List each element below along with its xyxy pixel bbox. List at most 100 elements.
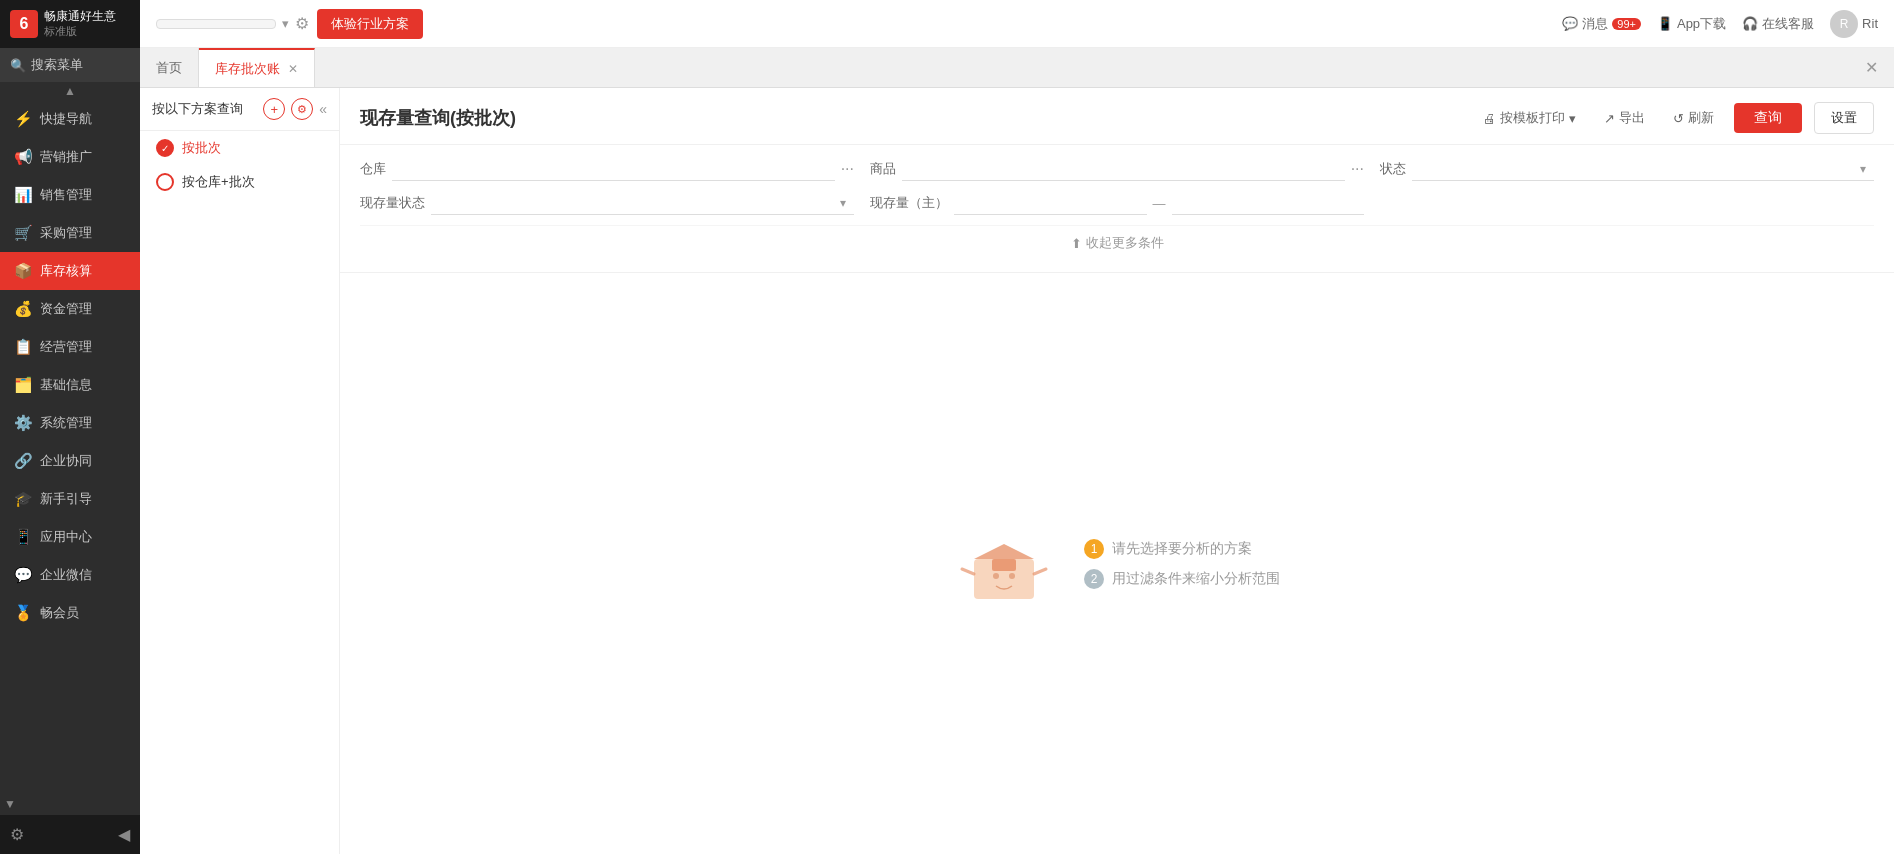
topbar-search-box[interactable]	[156, 19, 276, 29]
topbar-left: ▾ ⚙ 体验行业方案	[156, 9, 1552, 39]
svg-line-7	[1034, 569, 1046, 574]
stock-qty-label: 现存量（主）	[870, 194, 948, 212]
collapse-filter-btn[interactable]: ⬆ 收起更多条件	[360, 225, 1874, 260]
sidebar-item-app-center[interactable]: 📱 应用中心	[0, 518, 140, 556]
sidebar-item-basic[interactable]: 🗂️ 基础信息	[0, 366, 140, 404]
empty-step-2: 2 用过滤条件来缩小分析范围	[1084, 569, 1280, 589]
topbar-right: 💬 消息 99+ 📱 App下载 🎧 在线客服 R Rit	[1562, 10, 1878, 38]
search-icon: 🔍	[10, 58, 26, 73]
sidebar-item-membership[interactable]: 🏅 畅会员	[0, 594, 140, 632]
left-panel-actions: + ⚙ «	[263, 98, 327, 120]
app-download-label: App下载	[1677, 15, 1726, 33]
membership-icon: 🏅	[14, 604, 32, 622]
experience-industry-button[interactable]: 体验行业方案	[317, 9, 423, 39]
stock-qty-filter: 现存量（主） —	[870, 191, 1364, 215]
print-icon: 🖨	[1483, 111, 1496, 126]
sidebar-item-inventory[interactable]: 📦 库存核算	[0, 252, 140, 290]
sidebar-item-sales[interactable]: 📊 销售管理	[0, 176, 140, 214]
settings-scheme-button[interactable]: ⚙	[291, 98, 313, 120]
app-logo: 6	[10, 10, 38, 38]
user-area[interactable]: R Rit	[1830, 10, 1878, 38]
sidebar-item-finance[interactable]: 💰 资金管理	[0, 290, 140, 328]
goods-more-icon[interactable]: ···	[1351, 160, 1364, 178]
sidebar-item-operation[interactable]: 📋 经营管理	[0, 328, 140, 366]
system-icon: ⚙️	[14, 414, 32, 432]
tab-close-icon[interactable]: ✕	[288, 62, 298, 76]
page-title: 现存量查询(按批次)	[360, 106, 516, 130]
tab-inventory-batch[interactable]: 库存批次账 ✕	[199, 48, 315, 87]
svg-point-5	[1009, 573, 1015, 579]
stock-qty-min-input[interactable]	[954, 191, 1147, 215]
stock-qty-range: —	[954, 191, 1364, 215]
sidebar-header: 6 畅康通好生意 标准版	[0, 0, 140, 48]
sidebar-item-label: 快捷导航	[40, 110, 92, 128]
sidebar-item-label: 畅会员	[40, 604, 79, 622]
sidebar-item-wechat[interactable]: 💬 企业微信	[0, 556, 140, 594]
scroll-down-btn[interactable]: ▼	[0, 793, 140, 815]
stock-qty-max-input[interactable]	[1172, 191, 1365, 215]
sidebar-item-label: 企业微信	[40, 566, 92, 584]
topbar-chevron-icon[interactable]: ▾	[282, 16, 289, 31]
settings-button[interactable]: 设置	[1814, 102, 1874, 134]
warehouse-more-icon[interactable]: ···	[841, 160, 854, 178]
notification-label: 消息	[1582, 15, 1608, 33]
stock-status-select[interactable]: ▾	[431, 192, 854, 215]
warehouse-filter: 仓库 ···	[360, 157, 854, 181]
scheme-batch-item[interactable]: ✓ 按批次	[140, 131, 339, 165]
page-actions: 🖨 按模板打印 ▾ ↗ 导出 ↺ 刷新 查询 设置	[1475, 102, 1874, 134]
topbar: ▾ ⚙ 体验行业方案 💬 消息 99+ 📱 App下载 🎧 在线客服 R	[140, 0, 1894, 48]
svg-point-4	[993, 573, 999, 579]
sidebar-item-system[interactable]: ⚙️ 系统管理	[0, 404, 140, 442]
sidebar-item-purchase[interactable]: 🛒 采购管理	[0, 214, 140, 252]
topbar-gear-icon[interactable]: ⚙	[295, 14, 309, 33]
toggle-sidebar-icon[interactable]: ◀	[118, 825, 130, 844]
tabbar: 首页 库存批次账 ✕ ✕	[140, 48, 1894, 88]
scroll-up-btn[interactable]: ▲	[0, 82, 140, 100]
status-filter: 状态 ▾	[1380, 158, 1874, 181]
notification-item[interactable]: 💬 消息 99+	[1562, 15, 1641, 33]
tab-panel-close-icon[interactable]: ✕	[1865, 58, 1894, 77]
warehouse-input[interactable]	[392, 157, 835, 181]
right-panel: 现存量查询(按批次) 🖨 按模板打印 ▾ ↗ 导出 ↺ 刷新	[340, 88, 1894, 854]
step1-text: 请先选择要分析的方案	[1112, 540, 1252, 558]
scheme-batch-label: 按批次	[182, 139, 221, 157]
collapse-panel-icon[interactable]: «	[319, 101, 327, 117]
marketing-icon: 📢	[14, 148, 32, 166]
sidebar-item-marketing[interactable]: 📢 营销推广	[0, 138, 140, 176]
query-button[interactable]: 查询	[1734, 103, 1802, 133]
empty-step-1: 1 请先选择要分析的方案	[1084, 539, 1280, 559]
topbar-search-area: ▾ ⚙	[156, 14, 309, 33]
newbie-icon: 🎓	[14, 490, 32, 508]
status-select[interactable]: ▾	[1412, 158, 1874, 181]
app-title: 畅康通好生意	[44, 9, 116, 25]
svg-marker-1	[974, 544, 1034, 559]
sidebar-item-label: 销售管理	[40, 186, 92, 204]
sidebar-footer: ⚙ ◀	[0, 815, 140, 854]
page-title-bar: 现存量查询(按批次) 🖨 按模板打印 ▾ ↗ 导出 ↺ 刷新	[340, 88, 1894, 145]
settings-icon[interactable]: ⚙	[10, 825, 24, 844]
sidebar-item-label: 企业协同	[40, 452, 92, 470]
scheme-warehouse-batch-item[interactable]: 按仓库+批次	[140, 165, 339, 199]
sidebar-item-newbie[interactable]: 🎓 新手引导	[0, 480, 140, 518]
app-subtitle: 标准版	[44, 24, 116, 39]
print-chevron-icon: ▾	[1569, 111, 1576, 126]
sidebar-item-quick-nav[interactable]: ⚡ 快捷导航	[0, 100, 140, 138]
sidebar-item-label: 资金管理	[40, 300, 92, 318]
collapse-up-icon: ⬆	[1071, 236, 1082, 251]
search-menu-item[interactable]: 🔍 搜索菜单	[0, 48, 140, 82]
filter-row-1: 仓库 ··· 商品 ··· 状态 ▾	[360, 157, 1874, 181]
online-service-item[interactable]: 🎧 在线客服	[1742, 15, 1814, 33]
sidebar-item-label: 基础信息	[40, 376, 92, 394]
refresh-icon: ↺	[1673, 111, 1684, 126]
refresh-button[interactable]: ↺ 刷新	[1665, 105, 1722, 131]
quick-nav-icon: ⚡	[14, 110, 32, 128]
app-download-item[interactable]: 📱 App下载	[1657, 15, 1726, 33]
print-button[interactable]: 🖨 按模板打印 ▾	[1475, 105, 1584, 131]
tab-home[interactable]: 首页	[140, 48, 199, 87]
filter-row-2: 现存量状态 ▾ 现存量（主） —	[360, 191, 1874, 215]
export-button[interactable]: ↗ 导出	[1596, 105, 1653, 131]
sidebar-item-enterprise[interactable]: 🔗 企业协同	[0, 442, 140, 480]
add-scheme-button[interactable]: +	[263, 98, 285, 120]
goods-input[interactable]	[902, 157, 1345, 181]
purchase-icon: 🛒	[14, 224, 32, 242]
